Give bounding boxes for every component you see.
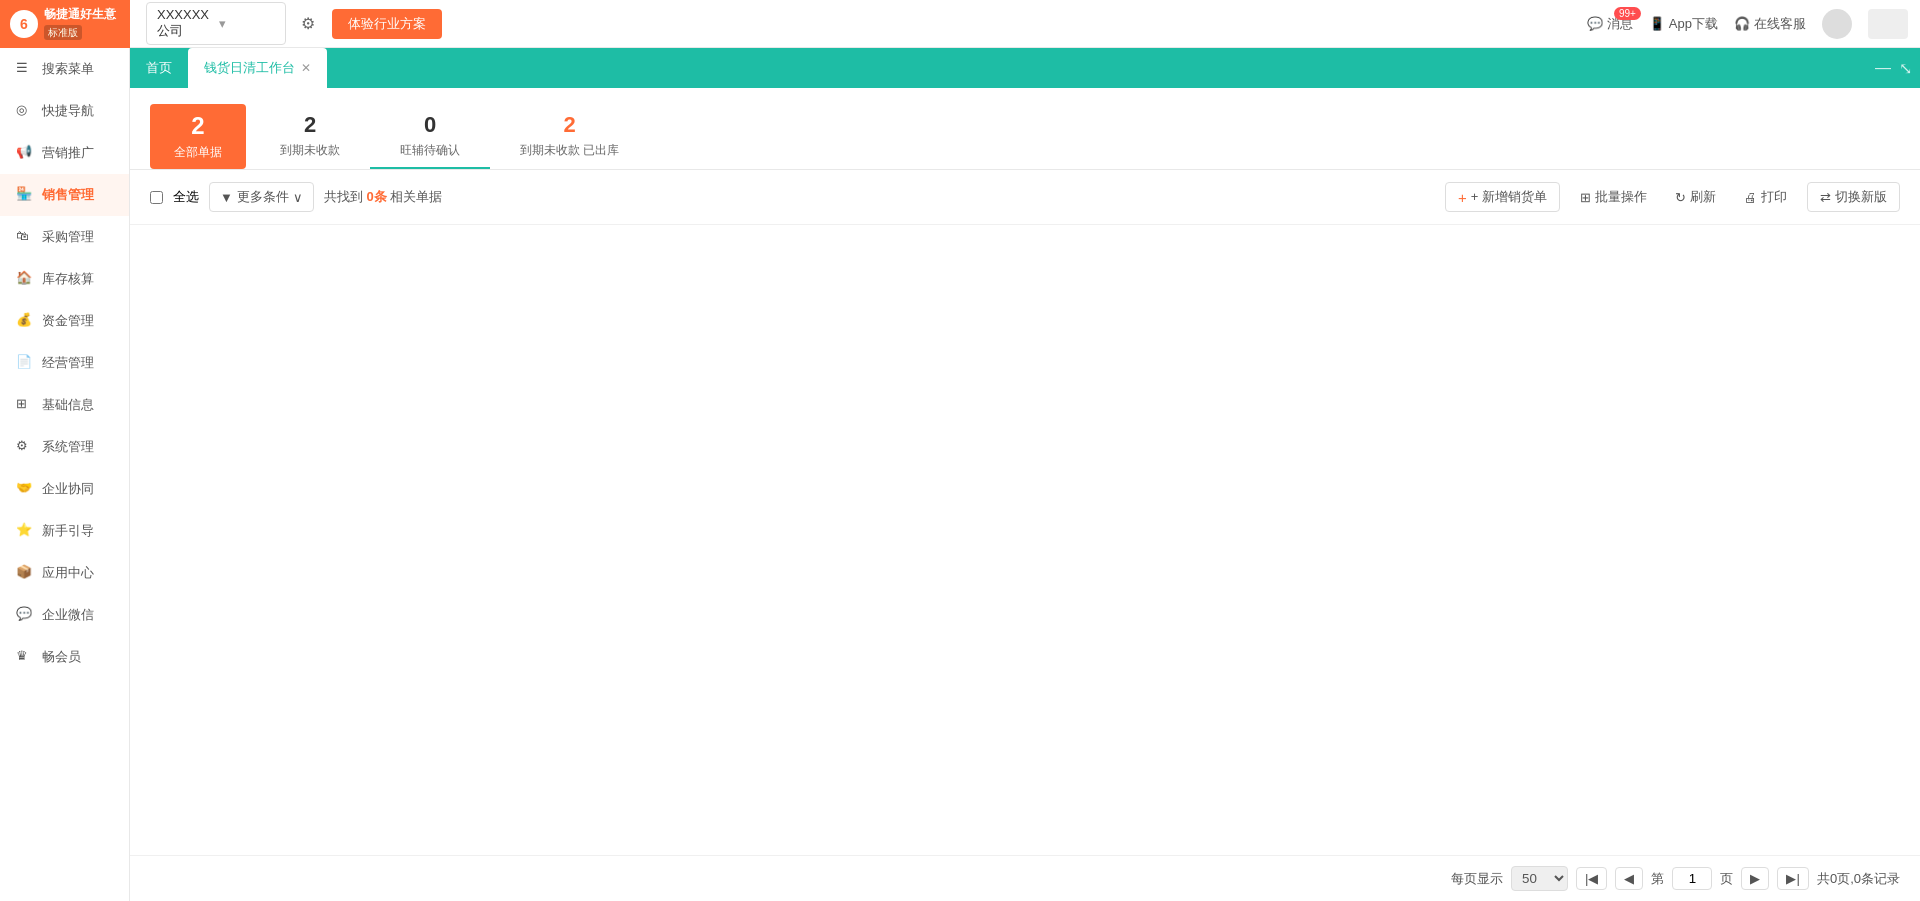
- print-button[interactable]: 🖨 打印: [1736, 183, 1795, 211]
- batch-button[interactable]: ⊞ 批量操作: [1572, 183, 1655, 211]
- stats-tabs: 2 全部单据 2 到期未收款 0 旺辅待确认 2 到期未收款 已出库: [130, 88, 1920, 170]
- chevron-down-icon: ▾: [219, 16, 275, 31]
- nav-tabs-right: — ⤡: [1875, 59, 1920, 78]
- table-area: [130, 225, 1920, 855]
- avatar[interactable]: [1822, 9, 1852, 39]
- sidebar-item-marketing[interactable]: 📢 营销推广: [0, 132, 129, 174]
- money-icon: 💰: [16, 312, 34, 330]
- close-tab-icon[interactable]: ✕: [301, 61, 311, 75]
- megaphone-icon: 📢: [16, 144, 34, 162]
- sidebar-item-purchase[interactable]: 🛍 采购管理: [0, 216, 129, 258]
- chevron-down-icon: ∨: [293, 190, 303, 205]
- refresh-button[interactable]: ↻ 刷新: [1667, 183, 1724, 211]
- company-selector[interactable]: XXXXXX公司 ▾: [146, 2, 286, 45]
- settings-icon: ⚙: [16, 438, 34, 456]
- sidebar-item-basic-info[interactable]: ⊞ 基础信息: [0, 384, 129, 426]
- first-page-button[interactable]: |◀: [1576, 867, 1607, 890]
- logo-icon: 6: [10, 10, 38, 38]
- last-page-button[interactable]: ▶|: [1777, 867, 1808, 890]
- box-icon: 📦: [16, 564, 34, 582]
- page-size-select[interactable]: 50 100 200: [1511, 866, 1568, 891]
- message-icon: 💬: [1587, 16, 1603, 31]
- experience-btn[interactable]: 体验行业方案: [332, 9, 442, 39]
- download-icon: 📱: [1649, 16, 1665, 31]
- filter-button[interactable]: ▼ 更多条件 ∨: [209, 182, 314, 212]
- sidebar-item-app-center[interactable]: 📦 应用中心: [0, 552, 129, 594]
- tab-workbench[interactable]: 钱货日清工作台 ✕: [188, 48, 327, 88]
- sidebar-item-search-menu[interactable]: ☰ 搜索菜单: [0, 48, 129, 90]
- page-number-input[interactable]: 1: [1672, 867, 1712, 890]
- search-icon: ☰: [16, 60, 34, 78]
- filter-icon: ▼: [220, 190, 233, 205]
- file-icon: 📄: [16, 354, 34, 372]
- star-icon: ⭐: [16, 522, 34, 540]
- sidebar-item-wechat[interactable]: 💬 企业微信: [0, 594, 129, 636]
- sidebar-item-inventory[interactable]: 🏠 库存核算: [0, 258, 129, 300]
- shop-icon: 🏪: [16, 186, 34, 204]
- sidebar-item-system[interactable]: ⚙ 系统管理: [0, 426, 129, 468]
- pagination-bar: 每页显示 50 100 200 |◀ ◀ 第 1 页 ▶ ▶| 共0页,0条记录: [130, 855, 1920, 901]
- prev-page-button[interactable]: ◀: [1615, 867, 1643, 890]
- toolbar-left: 全选 ▼ 更多条件 ∨ 共找到 0条 相关单据: [150, 182, 1433, 212]
- logo-area: 6 畅捷通好生意 标准版: [0, 0, 130, 48]
- sidebar-item-guide[interactable]: ⭐ 新手引导: [0, 510, 129, 552]
- stat-tab-all[interactable]: 2 全部单据: [150, 104, 246, 169]
- main-content: 2 全部单据 2 到期未收款 0 旺辅待确认 2 到期未收款 已出库: [130, 88, 1920, 901]
- stat-tab-wangwang[interactable]: 0 旺辅待确认: [370, 104, 490, 169]
- total-text: 共0页,0条记录: [1817, 870, 1900, 888]
- batch-icon: ⊞: [1580, 190, 1591, 205]
- message-btn[interactable]: 💬 消息 99+: [1587, 15, 1633, 33]
- handshake-icon: 🤝: [16, 480, 34, 498]
- sidebar-item-member[interactable]: ♛ 畅会员: [0, 636, 129, 678]
- sidebar-item-finance[interactable]: 💰 资金管理: [0, 300, 129, 342]
- select-all-label: 全选: [173, 188, 199, 206]
- sidebar-item-quick-nav[interactable]: ◎ 快捷导航: [0, 90, 129, 132]
- home-icon: 🏠: [16, 270, 34, 288]
- user-menu[interactable]: [1868, 9, 1908, 39]
- header-right: 💬 消息 99+ 📱 App下载 🎧 在线客服: [1587, 9, 1908, 39]
- next-page-button[interactable]: ▶: [1741, 867, 1769, 890]
- headset-icon: 🎧: [1734, 16, 1750, 31]
- bag-icon: 🛍: [16, 228, 34, 246]
- compass-icon: ◎: [16, 102, 34, 120]
- refresh-icon: ↻: [1675, 190, 1686, 205]
- settings-button[interactable]: ⚙: [294, 10, 322, 38]
- switch-version-button[interactable]: ⇄ 切换新版: [1807, 182, 1900, 212]
- top-header: 6 畅捷通好生意 标准版 XXXXXX公司 ▾ ⚙ 体验行业方案 💬 消息 99…: [0, 0, 1920, 48]
- online-service-btn[interactable]: 🎧 在线客服: [1734, 15, 1806, 33]
- plus-icon: +: [1458, 189, 1467, 206]
- stat-tab-unshipped[interactable]: 2 到期未收款 已出库: [490, 104, 649, 169]
- sidebar-item-operations[interactable]: 📄 经营管理: [0, 342, 129, 384]
- maximize-icon[interactable]: ⤡: [1899, 59, 1912, 78]
- select-all-checkbox[interactable]: [150, 191, 163, 204]
- stat-tab-overdue[interactable]: 2 到期未收款: [250, 104, 370, 169]
- per-page-label: 每页显示: [1451, 870, 1503, 888]
- logo-text: 畅捷通好生意 标准版: [44, 7, 116, 40]
- content-area: 2 全部单据 2 到期未收款 0 旺辅待确认 2 到期未收款 已出库: [130, 88, 1920, 901]
- nav-tabs-bar: 首页 钱货日清工作台 ✕ — ⤡: [130, 48, 1920, 88]
- toolbar: 全选 ▼ 更多条件 ∨ 共找到 0条 相关单据 + + 新增销货单: [130, 170, 1920, 225]
- toolbar-right: + + 新增销货单 ⊞ 批量操作 ↻ 刷新 🖨 打印 ⇄ 切换新版: [1445, 182, 1900, 212]
- add-order-button[interactable]: + + 新增销货单: [1445, 182, 1560, 212]
- grid-icon: ⊞: [16, 396, 34, 414]
- chat-icon: 💬: [16, 606, 34, 624]
- sidebar-item-sales[interactable]: 🏪 销售管理: [0, 174, 129, 216]
- app-download-btn[interactable]: 📱 App下载: [1649, 15, 1718, 33]
- found-text: 共找到 0条 相关单据: [324, 188, 442, 206]
- tab-home[interactable]: 首页: [130, 48, 188, 88]
- print-icon: 🖨: [1744, 190, 1757, 205]
- minimize-icon[interactable]: —: [1875, 59, 1891, 77]
- sidebar: ☰ 搜索菜单 ◎ 快捷导航 📢 营销推广 🏪 销售管理 🛍 采购管理 🏠 库存核…: [0, 48, 130, 901]
- sidebar-item-cooperation[interactable]: 🤝 企业协同: [0, 468, 129, 510]
- switch-icon: ⇄: [1820, 190, 1831, 205]
- crown-icon: ♛: [16, 648, 34, 666]
